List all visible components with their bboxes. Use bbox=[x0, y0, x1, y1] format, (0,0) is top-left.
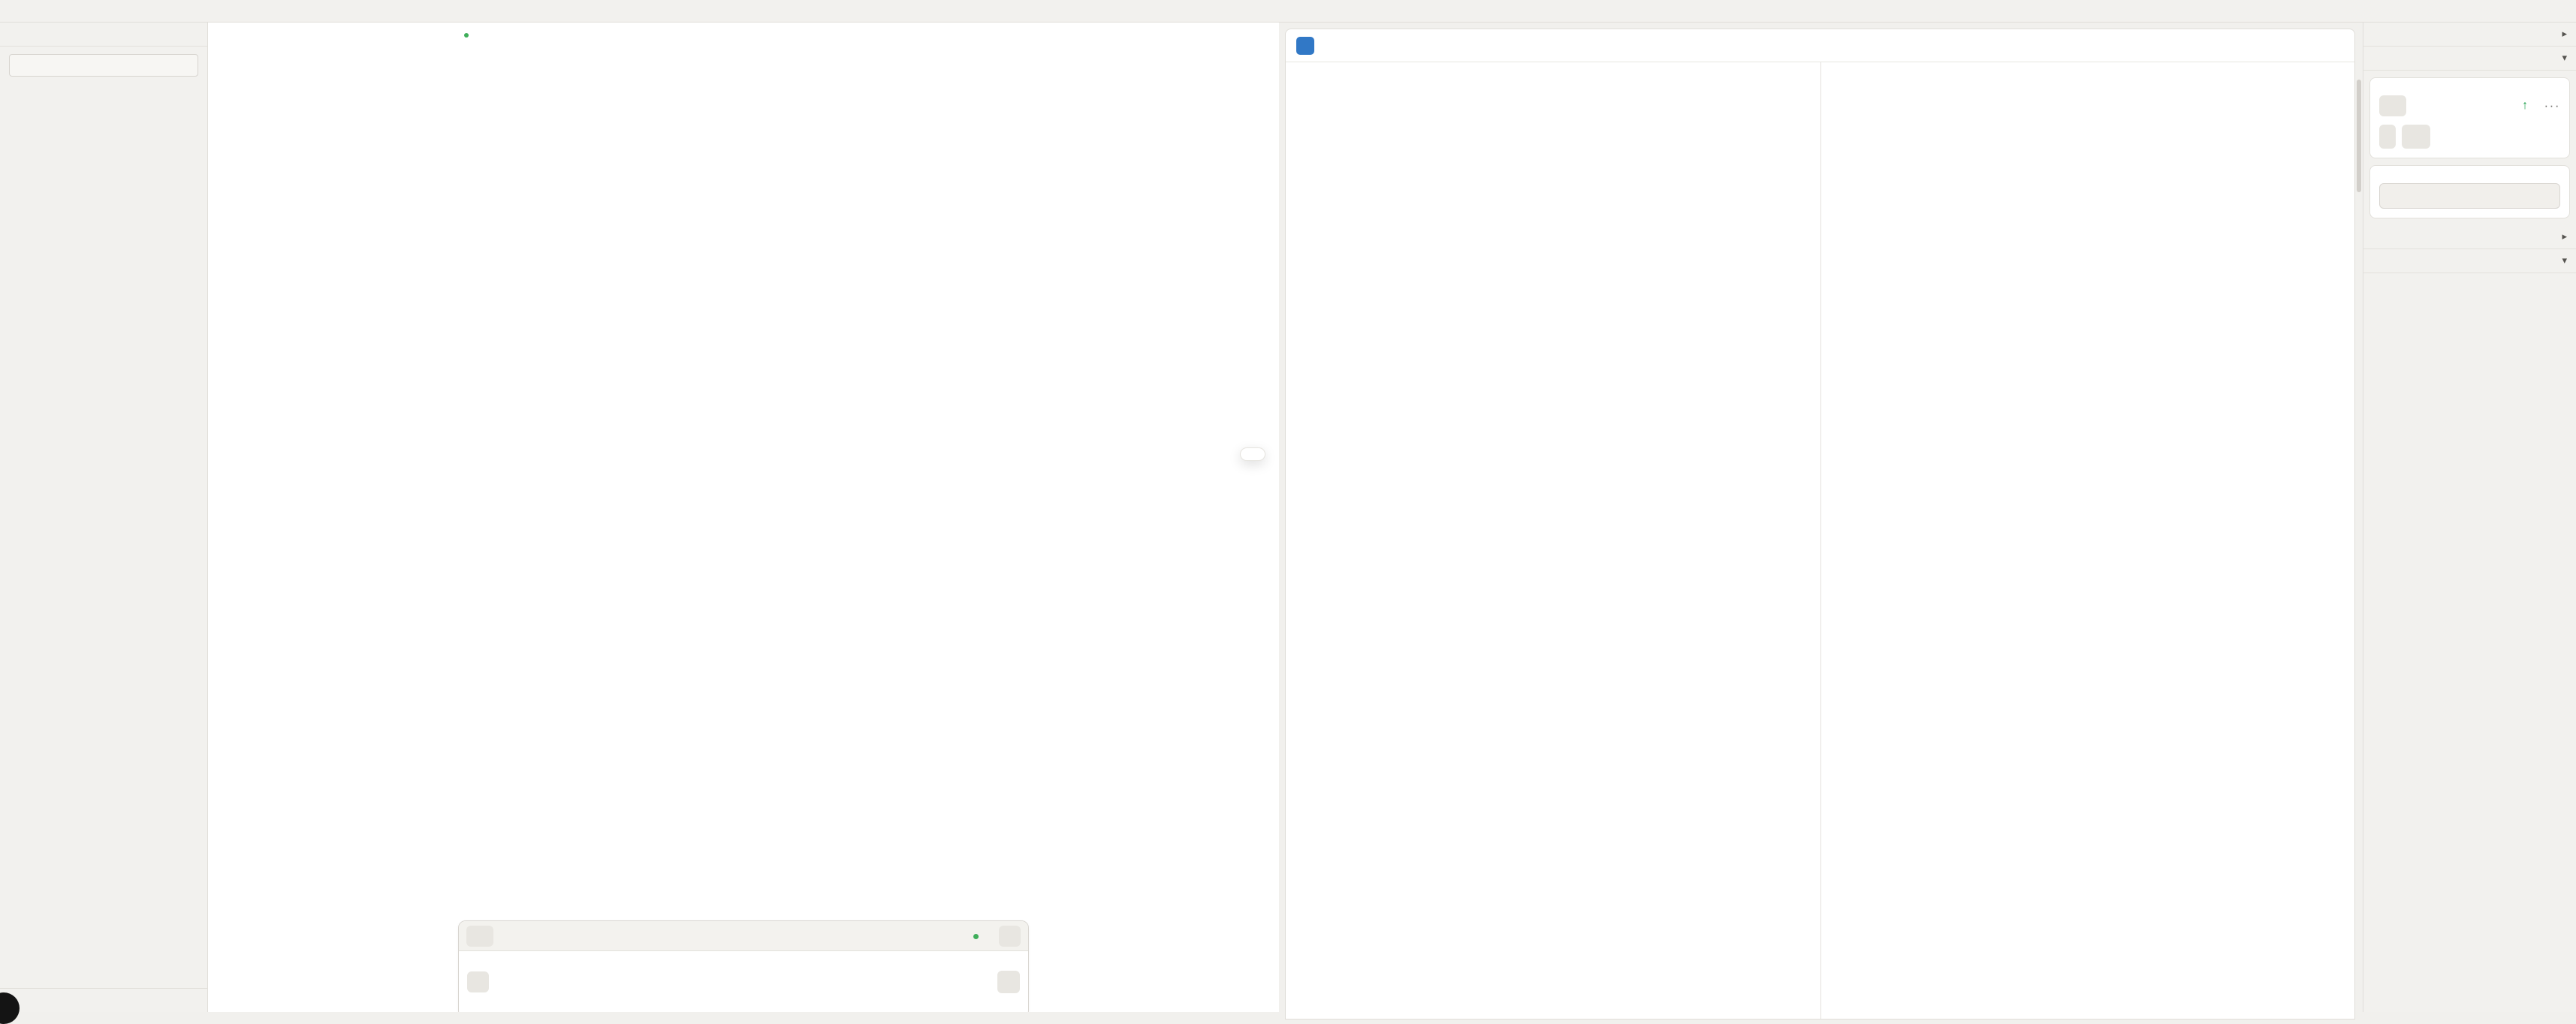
diff-old-column bbox=[1286, 62, 1820, 1019]
typescript-badge bbox=[1296, 37, 1314, 55]
view-archive-button[interactable] bbox=[0, 988, 207, 1012]
working-branch-input[interactable] bbox=[2379, 183, 2560, 209]
triangle-right-icon: ▸ bbox=[2562, 231, 2567, 242]
search-input[interactable] bbox=[9, 54, 198, 77]
triangle-right-icon: ▸ bbox=[2562, 29, 2567, 40]
top-bar bbox=[0, 0, 2576, 23]
diff-new-column bbox=[1820, 62, 2355, 1019]
section-notes[interactable]: ▾ bbox=[2363, 249, 2576, 273]
triangle-down-icon: ▾ bbox=[2562, 255, 2567, 267]
section-git[interactable]: ▾ bbox=[2363, 47, 2576, 71]
status-dot bbox=[464, 33, 469, 38]
git-card: ↑ ··· bbox=[2369, 77, 2570, 158]
diff-card bbox=[1285, 29, 2355, 1019]
latest-version-button[interactable] bbox=[999, 926, 1021, 947]
diff-scrollbar bbox=[2355, 29, 2363, 1012]
section-label-active bbox=[0, 78, 207, 89]
message-input[interactable] bbox=[459, 951, 1028, 964]
pr-options-button[interactable] bbox=[2402, 125, 2430, 149]
working-branch-card bbox=[2369, 165, 2570, 218]
section-changes[interactable]: ▸ bbox=[2363, 23, 2576, 47]
workspaces-sidebar bbox=[0, 23, 208, 1012]
todo-activity-dot bbox=[973, 934, 979, 939]
branch-select[interactable] bbox=[2379, 95, 2406, 116]
diff-body bbox=[1286, 62, 2354, 1019]
floating-toolbar bbox=[1240, 447, 1265, 461]
commits-ahead[interactable]: ↑ bbox=[2522, 99, 2533, 113]
right-sidebar: ▸ ▾ ↑ ··· bbox=[2363, 23, 2576, 1012]
chat-transcript bbox=[458, 23, 1029, 38]
composer-card bbox=[458, 920, 1029, 1012]
triangle-down-icon: ▾ bbox=[2562, 53, 2567, 64]
files-changed-button[interactable] bbox=[466, 926, 493, 947]
mode-select[interactable] bbox=[467, 971, 489, 992]
chat-panel bbox=[208, 23, 1279, 1012]
diff-area bbox=[1279, 23, 2363, 1012]
notes-placeholder bbox=[2363, 273, 2576, 290]
scrollbar-thumb[interactable] bbox=[2357, 80, 2361, 192]
more-menu-icon[interactable]: ··· bbox=[2544, 98, 2560, 113]
diff-header bbox=[1286, 29, 2354, 62]
section-terminal[interactable]: ▸ bbox=[2363, 225, 2576, 249]
composer-status-bar bbox=[459, 921, 1028, 951]
open-pull-request-button[interactable] bbox=[2379, 125, 2396, 149]
send-button[interactable] bbox=[997, 971, 1020, 993]
